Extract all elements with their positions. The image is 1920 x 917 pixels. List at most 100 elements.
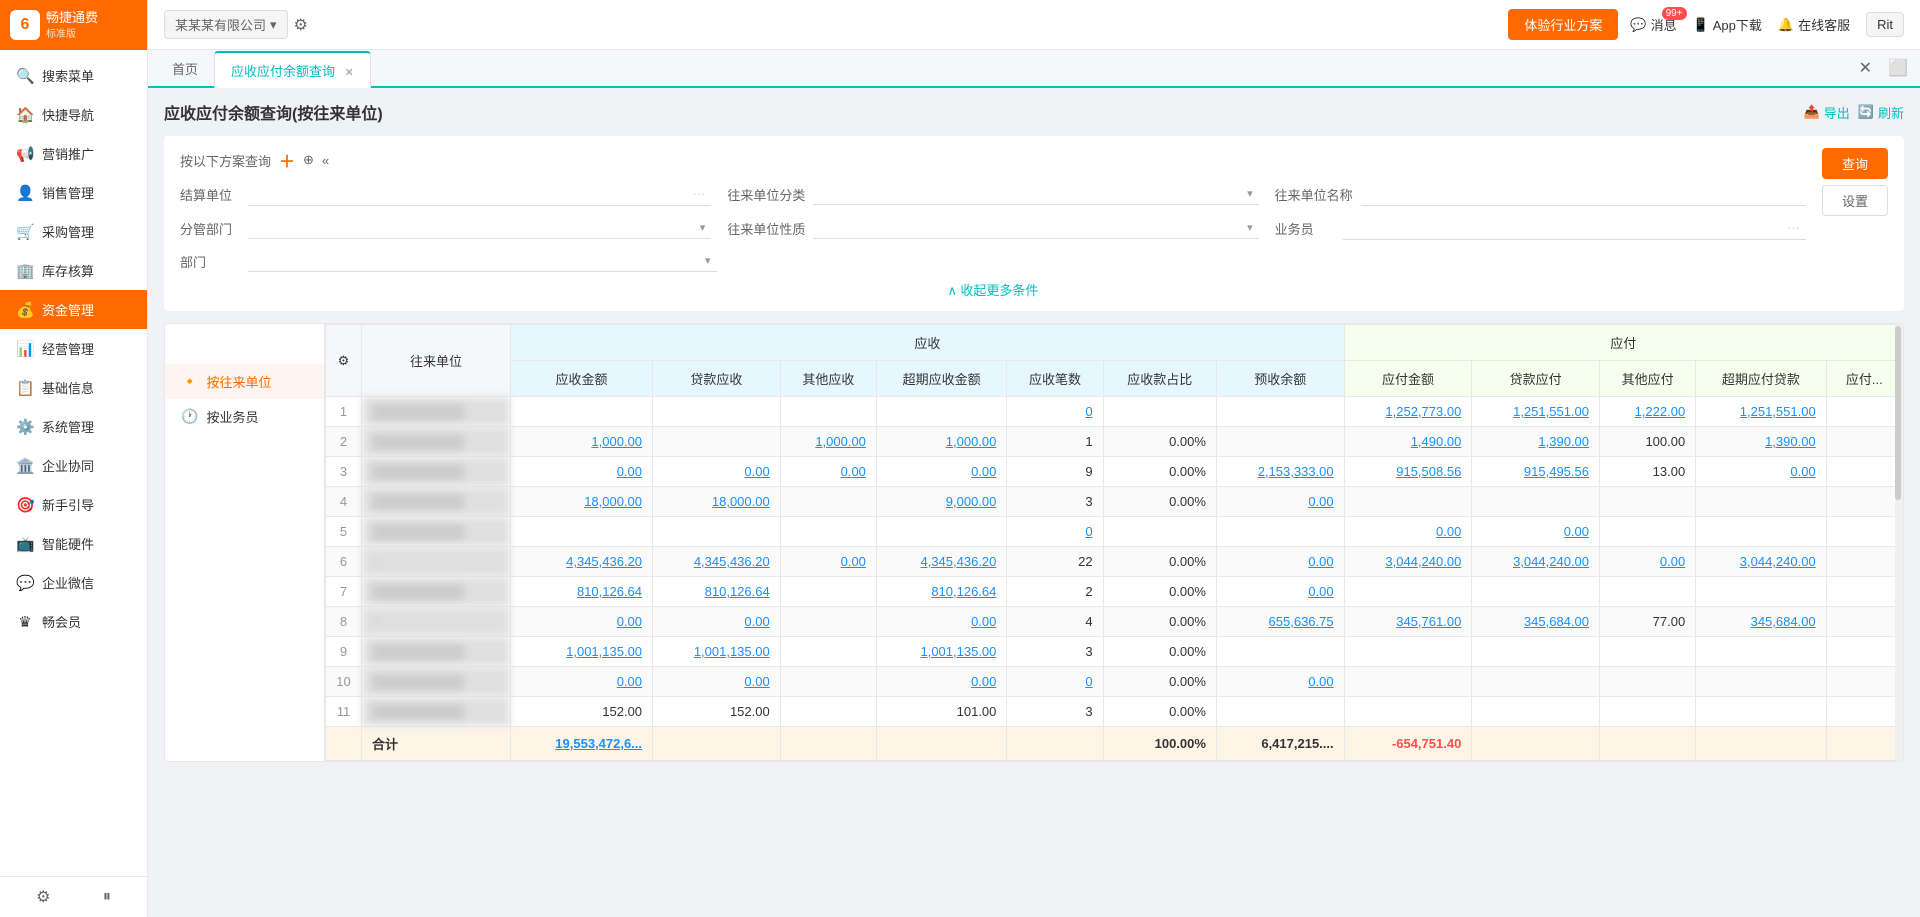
settings-gear-icon[interactable]: ⚙ (294, 15, 308, 35)
filter-input-fgbm[interactable]: ▾ (248, 217, 711, 239)
row-10-val-1[interactable]: 152.00 (653, 697, 781, 727)
sidebar-item-search[interactable]: 🔍 搜索菜单 (0, 56, 147, 95)
filter-input-ywy[interactable]: ··· (1343, 216, 1806, 240)
collapse-footer-btn[interactable]: ⏸ (103, 888, 111, 906)
left-panel-item-salesman[interactable]: 🕐 按业务员 (165, 399, 324, 434)
row-7-val-9[interactable]: 77.00 (1600, 607, 1696, 637)
row-3-val-3[interactable]: 9,000.00 (876, 487, 1006, 517)
row-8-val-1[interactable]: 1,001,135.00 (653, 637, 781, 667)
row-9-val-1[interactable]: 0.00 (653, 667, 781, 697)
sidebar-item-guide[interactable]: 🎯 新手引导 (0, 485, 147, 524)
filter-input-lwdwxz[interactable]: ▾ (813, 217, 1258, 239)
row-7-val-7[interactable]: 345,761.00 (1344, 607, 1472, 637)
sidebar-item-operation[interactable]: 📊 经营管理 (0, 329, 147, 368)
tab-home[interactable]: 首页 (156, 51, 214, 86)
row-1-val-8[interactable]: 1,390.00 (1472, 427, 1600, 457)
sidebar-item-finance[interactable]: 💰 资金管理 (0, 290, 147, 329)
sidebar-item-marketing[interactable]: 📢 营销推广 (0, 134, 147, 173)
sidebar-item-basic[interactable]: 📋 基础信息 (0, 368, 147, 407)
sidebar-item-wechat[interactable]: 💬 企业微信 (0, 563, 147, 602)
sidebar-item-system[interactable]: ⚙️ 系统管理 (0, 407, 147, 446)
collapse-more-btn[interactable]: ∧ 收起更多条件 (180, 280, 1806, 299)
online-service-btn[interactable]: 🔔 在线客服 (1778, 15, 1850, 34)
row-4-val-7[interactable]: 0.00 (1344, 517, 1472, 547)
row-2-val-8[interactable]: 915,495.56 (1472, 457, 1600, 487)
row-5-val-2[interactable]: 0.00 (780, 547, 876, 577)
row-7-val-1[interactable]: 0.00 (653, 607, 781, 637)
row-6-val-1[interactable]: 810,126.64 (653, 577, 781, 607)
row-6-val-0[interactable]: 810,126.64 (511, 577, 653, 607)
row-7-val-10[interactable]: 345,684.00 (1696, 607, 1826, 637)
filter-input-jsdw[interactable]: ··· (248, 182, 711, 206)
sidebar-item-corp[interactable]: 🏛️ 企业协同 (0, 446, 147, 485)
row-10-val-3[interactable]: 101.00 (876, 697, 1006, 727)
row-2-val-9[interactable]: 13.00 (1600, 457, 1696, 487)
row-6-val-3[interactable]: 810,126.64 (876, 577, 1006, 607)
row-3-val-0[interactable]: 18,000.00 (511, 487, 653, 517)
filter-collapse-icon[interactable]: « (322, 153, 329, 168)
row-1-val-2[interactable]: 1,000.00 (780, 427, 876, 457)
filter-dots-jsdw[interactable]: ··· (692, 186, 705, 201)
filter-settings-icon[interactable]: ⊕ (303, 152, 314, 168)
row-5-val-1[interactable]: 4,345,436.20 (653, 547, 781, 577)
left-panel-item-partner[interactable]: 🔸 按往来单位 (165, 364, 324, 399)
row-2-val-0[interactable]: 0.00 (511, 457, 653, 487)
row-1-val-3[interactable]: 1,000.00 (876, 427, 1006, 457)
app-download-btn[interactable]: 📱 App下载 (1693, 15, 1762, 34)
row-9-val-0[interactable]: 0.00 (511, 667, 653, 697)
filter-input-lwdwfl[interactable]: ▾ (813, 183, 1258, 205)
sidebar-item-hardware[interactable]: 📺 智能硬件 (0, 524, 147, 563)
row-10-val-0[interactable]: 152.00 (511, 697, 653, 727)
settings-footer-btn[interactable]: ⚙ (36, 887, 50, 907)
sidebar-item-sales[interactable]: 👤 销售管理 (0, 173, 147, 212)
col-settings[interactable]: ⚙ (326, 325, 362, 397)
filter-input-lwdwmc[interactable] (1361, 182, 1806, 206)
row-1-val-0[interactable]: 1,000.00 (511, 427, 653, 457)
tab-balance-query[interactable]: 应收应付余额查询 ✕ (214, 51, 371, 88)
row-7-val-0[interactable]: 0.00 (511, 607, 653, 637)
row-5-val-8[interactable]: 3,044,240.00 (1472, 547, 1600, 577)
row-7-val-8[interactable]: 345,684.00 (1472, 607, 1600, 637)
sidebar-item-quicknav[interactable]: 🏠 快捷导航 (0, 95, 147, 134)
row-1-val-10[interactable]: 1,390.00 (1696, 427, 1826, 457)
row-0-val-8[interactable]: 1,251,551.00 (1472, 397, 1600, 427)
row-5-val-7[interactable]: 3,044,240.00 (1344, 547, 1472, 577)
row-2-val-3[interactable]: 0.00 (876, 457, 1006, 487)
sidebar-item-inventory[interactable]: 🏢 库存核算 (0, 251, 147, 290)
row-5-val-3[interactable]: 4,345,436.20 (876, 547, 1006, 577)
row-4-val-8[interactable]: 0.00 (1472, 517, 1600, 547)
row-2-val-10[interactable]: 0.00 (1696, 457, 1826, 487)
row-2-val-7[interactable]: 915,508.56 (1344, 457, 1472, 487)
tab-close-btn[interactable]: ✕ (1855, 56, 1876, 80)
row-8-val-0[interactable]: 1,001,135.00 (511, 637, 653, 667)
user-profile[interactable]: Rit (1866, 12, 1904, 37)
row-1-val-7[interactable]: 1,490.00 (1344, 427, 1472, 457)
row-8-val-3[interactable]: 1,001,135.00 (876, 637, 1006, 667)
query-btn[interactable]: 查询 (1822, 148, 1888, 179)
filter-add-btn[interactable]: ＋ (279, 148, 295, 172)
filter-dots-ywy[interactable]: ··· (1787, 220, 1800, 235)
row-5-val-0[interactable]: 4,345,436.20 (511, 547, 653, 577)
set-btn[interactable]: 设置 (1822, 185, 1888, 216)
refresh-btn[interactable]: 🔄 刷新 (1858, 103, 1904, 122)
tab-maximize-btn[interactable]: ⬜ (1884, 56, 1912, 80)
tab-close-icon[interactable]: ✕ (345, 67, 354, 79)
row-0-val-7[interactable]: 1,252,773.00 (1344, 397, 1472, 427)
row-5-val-9[interactable]: 0.00 (1600, 547, 1696, 577)
footer-val-0[interactable]: 19,553,472,6... (511, 727, 653, 761)
row-5-val-10[interactable]: 3,044,240.00 (1696, 547, 1826, 577)
filter-input-bm[interactable]: ▾ (248, 250, 717, 272)
row-9-val-3[interactable]: 0.00 (876, 667, 1006, 697)
row-2-val-2[interactable]: 0.00 (780, 457, 876, 487)
export-btn[interactable]: 📤 导出 (1804, 103, 1850, 122)
row-0-val-9[interactable]: 1,222.00 (1600, 397, 1696, 427)
row-1-val-9[interactable]: 100.00 (1600, 427, 1696, 457)
scrollbar-thumb[interactable] (1895, 326, 1901, 501)
message-btn[interactable]: 💬 消息 99+ (1630, 15, 1676, 34)
company-selector[interactable]: 某某某有限公司 ▾ (164, 10, 288, 39)
row-3-val-1[interactable]: 18,000.00 (653, 487, 781, 517)
scrollbar-track[interactable] (1895, 324, 1903, 761)
row-7-val-3[interactable]: 0.00 (876, 607, 1006, 637)
sidebar-item-purchase[interactable]: 🛒 采购管理 (0, 212, 147, 251)
row-0-val-10[interactable]: 1,251,551.00 (1696, 397, 1826, 427)
